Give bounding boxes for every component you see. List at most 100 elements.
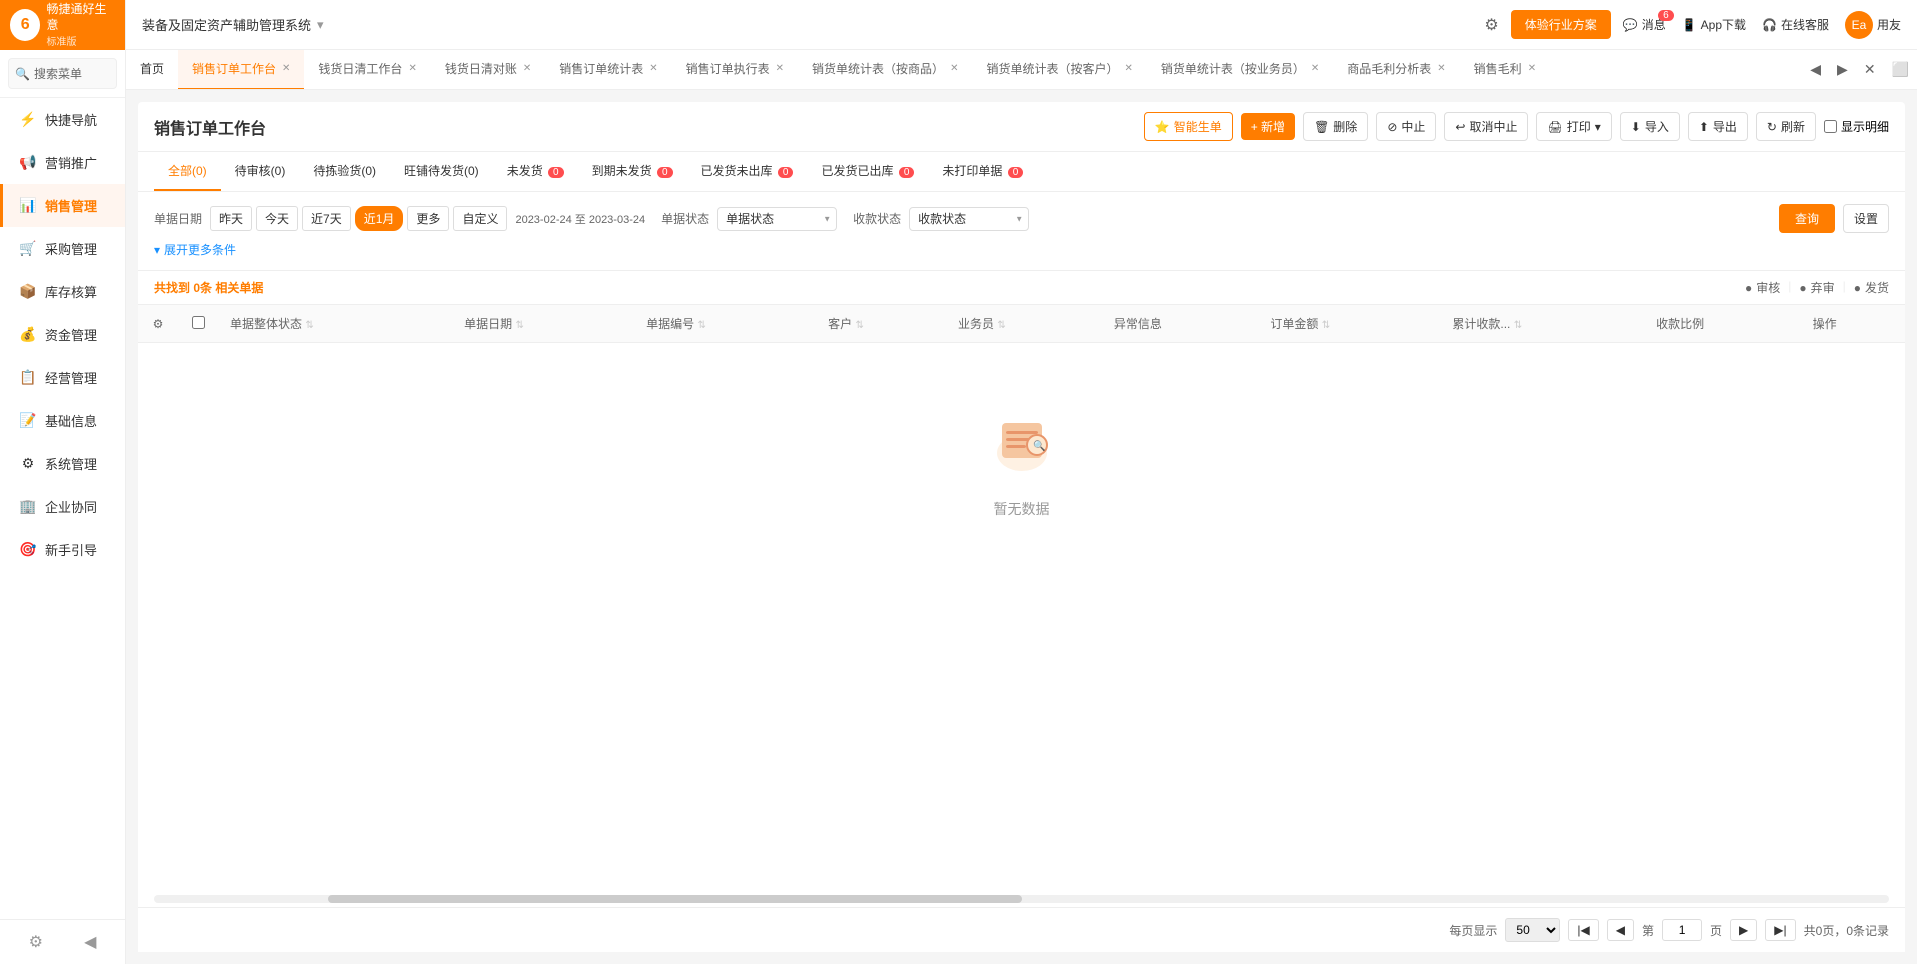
tab-sales-order[interactable]: 销售订单工作台 ✕: [178, 50, 304, 90]
import-button[interactable]: ⬇ 导入: [1620, 112, 1680, 141]
tab-sales-summary-staff-close[interactable]: ✕: [1311, 63, 1319, 74]
ship-action-button[interactable]: ● 发货: [1854, 279, 1889, 296]
filter-tab-overdue-not-shipped[interactable]: 到期未发货 0: [578, 152, 687, 191]
tab-sales-summary-customer[interactable]: 销货单统计表（按客户） ✕: [972, 50, 1146, 90]
date-sort-icon[interactable]: ⇅: [516, 320, 524, 331]
sidebar-item-finance[interactable]: 💰 资金管理: [0, 313, 125, 356]
cancel-stop-button[interactable]: ↩ 取消中止: [1444, 112, 1528, 141]
sidebar-item-sales[interactable]: 📊 销售管理: [0, 184, 125, 227]
sidebar-item-inventory[interactable]: 📦 库存核算: [0, 270, 125, 313]
tab-sales-profit-close[interactable]: ✕: [1528, 63, 1536, 74]
select-all-checkbox[interactable]: [192, 316, 205, 329]
tab-scroll-right[interactable]: ▶: [1829, 57, 1856, 82]
tab-sales-exec[interactable]: 销售订单执行表 ✕: [672, 50, 798, 90]
filter-settings-button[interactable]: 设置: [1843, 204, 1889, 233]
tab-sales-summary-staff[interactable]: 销货单统计表（按业务员） ✕: [1147, 50, 1333, 90]
received-sort-icon[interactable]: ⇅: [1514, 320, 1522, 331]
customer-sort-icon[interactable]: ⇅: [856, 320, 864, 331]
print-button[interactable]: 🖨 打印 ▾: [1536, 112, 1611, 141]
filter-tab-pending-review[interactable]: 待审核(0): [221, 152, 300, 191]
search-menu-button[interactable]: 🔍 搜索菜单: [8, 58, 117, 89]
sidebar-item-basic-info[interactable]: 📝 基础信息: [0, 399, 125, 442]
amount-sort-icon[interactable]: ⇅: [1322, 320, 1330, 331]
col-checkbox[interactable]: [178, 305, 218, 343]
date-btn-more[interactable]: 更多: [407, 206, 449, 231]
add-button[interactable]: + 新增: [1241, 113, 1295, 140]
message-button[interactable]: 💬 消息 6: [1623, 16, 1666, 33]
tab-scroll-left[interactable]: ◀: [1802, 57, 1829, 82]
page-size-select[interactable]: 50 10 20 100: [1505, 918, 1560, 942]
filter-tab-wangpu-pending[interactable]: 旺铺待发货(0): [390, 152, 493, 191]
horizontal-scrollbar[interactable]: [154, 895, 1889, 903]
tab-sales-summary-customer-close[interactable]: ✕: [1124, 63, 1132, 74]
tab-cash-reconcile[interactable]: 钱货日清对账 ✕: [431, 50, 545, 90]
date-btn-7days[interactable]: 近7天: [302, 206, 351, 231]
refresh-button[interactable]: ↻ 刷新: [1756, 112, 1816, 141]
sidebar-item-enterprise[interactable]: 🏢 企业协同: [0, 485, 125, 528]
date-btn-yesterday[interactable]: 昨天: [210, 206, 252, 231]
sidebar-item-purchase[interactable]: 🛒 采购管理: [0, 227, 125, 270]
tab-sales-summary-product-close[interactable]: ✕: [950, 63, 958, 74]
tab-sales-profit[interactable]: 销售毛利 ✕: [1460, 50, 1550, 90]
sidebar-item-guide[interactable]: 🎯 新手引导: [0, 528, 125, 571]
export-button[interactable]: ⬆ 导出: [1688, 112, 1748, 141]
table-scroll-area[interactable]: ⚙ 单据整体状态 ⇅ 单据日期 ⇅: [138, 305, 1905, 891]
show-detail-checkbox[interactable]: [1824, 120, 1837, 133]
scrollbar-thumb[interactable]: [328, 895, 1022, 903]
industry-solution-button[interactable]: 体验行业方案: [1511, 10, 1611, 39]
online-service-button[interactable]: 🎧 在线客服: [1762, 16, 1829, 33]
tab-sales-exec-close[interactable]: ✕: [776, 63, 784, 74]
sidebar-collapse-button[interactable]: ◀: [80, 928, 100, 956]
filter-tab-not-shipped[interactable]: 未发货 0: [493, 152, 578, 191]
sidebar-item-quick-nav[interactable]: ⚡ 快捷导航: [0, 98, 125, 141]
pagination-next[interactable]: ▶: [1730, 919, 1757, 941]
query-button[interactable]: 查询: [1779, 204, 1835, 233]
tab-sales-order-close[interactable]: ✕: [282, 63, 290, 74]
pagination-first[interactable]: |◀: [1568, 919, 1598, 941]
date-btn-custom[interactable]: 自定义: [453, 206, 507, 231]
sidebar-item-marketing[interactable]: 📢 营销推广: [0, 141, 125, 184]
col-settings[interactable]: ⚙: [138, 305, 178, 343]
tab-sales-stat[interactable]: 销售订单统计表 ✕: [545, 50, 671, 90]
audit-action-button[interactable]: ● 审核: [1745, 279, 1780, 296]
tab-sales-stat-close[interactable]: ✕: [649, 63, 657, 74]
filter-tab-pending-inspect[interactable]: 待拣验货(0): [299, 152, 390, 191]
topbar-settings-icon[interactable]: ⚙: [1484, 15, 1498, 35]
sidebar-item-system[interactable]: ⚙ 系统管理: [0, 442, 125, 485]
revoke-action-button[interactable]: ● 弃审: [1799, 279, 1834, 296]
pagination-prev[interactable]: ◀: [1607, 919, 1634, 941]
page-number-input[interactable]: [1662, 919, 1702, 941]
date-btn-today[interactable]: 今天: [256, 206, 298, 231]
show-detail-label[interactable]: 显示明细: [1824, 118, 1889, 135]
date-btn-1month[interactable]: 近1月: [355, 206, 404, 231]
staff-sort-icon[interactable]: ⇅: [997, 320, 1005, 331]
filter-tab-shipped-warehoused[interactable]: 已发货已出库 0: [807, 152, 928, 191]
system-title-dropdown[interactable]: ▾: [317, 17, 324, 33]
payment-select[interactable]: 收款状态: [909, 207, 1029, 231]
user-profile-button[interactable]: Ea 用友: [1845, 11, 1901, 39]
tab-close-current[interactable]: ✕: [1856, 57, 1884, 82]
stop-button[interactable]: ⊘ 中止: [1376, 112, 1436, 141]
status-sort-icon[interactable]: ⇅: [305, 320, 313, 331]
tab-product-margin[interactable]: 商品毛利分析表 ✕: [1333, 50, 1459, 90]
tab-product-margin-close[interactable]: ✕: [1437, 63, 1445, 74]
number-sort-icon[interactable]: ⇅: [698, 320, 706, 331]
expand-conditions-button[interactable]: ▾ 展开更多条件: [154, 241, 1889, 258]
tab-maximize[interactable]: ⬜: [1884, 57, 1917, 82]
tab-home[interactable]: 首页: [126, 50, 178, 90]
filter-tab-shipped-not-warehoused[interactable]: 已发货未出库 0: [687, 152, 808, 191]
tab-cash-daily-close[interactable]: ✕: [408, 63, 416, 74]
tab-sales-summary-product[interactable]: 销货单统计表（按商品） ✕: [798, 50, 972, 90]
sidebar-settings-button[interactable]: ⚙: [25, 928, 47, 956]
status-select[interactable]: 单据状态: [717, 207, 837, 231]
filter-tab-not-printed[interactable]: 未打印单据 0: [928, 152, 1037, 191]
operations-icon: 📋: [19, 369, 37, 386]
filter-tab-all[interactable]: 全部(0): [154, 152, 221, 191]
tab-cash-daily[interactable]: 钱货日清工作台 ✕: [304, 50, 430, 90]
pagination-last[interactable]: ▶|: [1765, 919, 1795, 941]
delete-button[interactable]: 🗑 删除: [1303, 112, 1368, 141]
ai-generate-button[interactable]: ⭐ 智能生单: [1144, 112, 1233, 141]
sidebar-item-operations[interactable]: 📋 经营管理: [0, 356, 125, 399]
tab-cash-reconcile-close[interactable]: ✕: [523, 63, 531, 74]
app-download-button[interactable]: 📱 App下载: [1682, 16, 1746, 33]
